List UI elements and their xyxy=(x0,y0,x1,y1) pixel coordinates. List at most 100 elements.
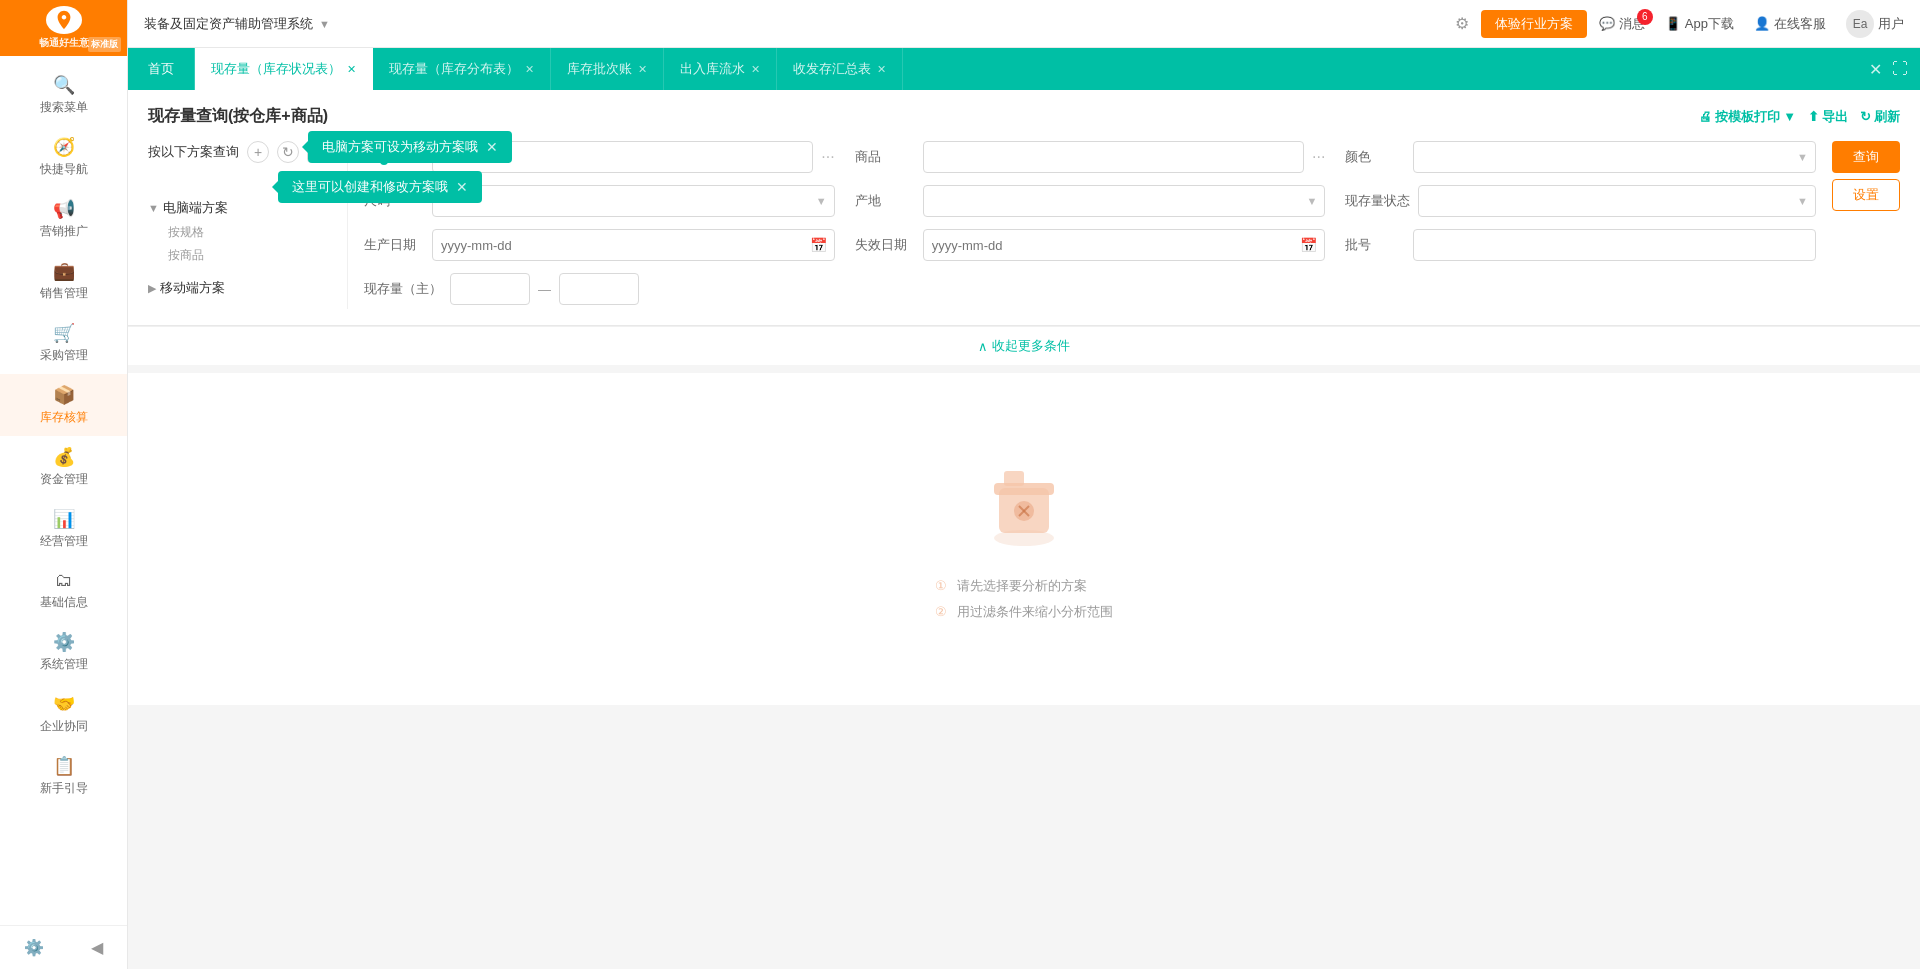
header-right: 💬 消息 6 📱 App下载 👤 在线客服 Ea 用户 xyxy=(1599,10,1904,38)
batch-input[interactable] xyxy=(1413,229,1816,261)
sidebar-item-system[interactable]: ⚙️ 系统管理 xyxy=(0,621,127,683)
stock-status-select[interactable] xyxy=(1418,185,1816,217)
scheme-by-spec[interactable]: 按规格 xyxy=(168,221,331,244)
user-avatar: Ea xyxy=(1846,10,1874,38)
goods-input[interactable] xyxy=(923,141,1304,173)
header-settings-icon[interactable]: ⚙ xyxy=(1455,14,1469,33)
tab-batch[interactable]: 库存批次账 ✕ xyxy=(551,48,664,90)
color-label: 颜色 xyxy=(1345,148,1405,166)
tab-close-all-icon[interactable]: ✕ xyxy=(1869,60,1882,79)
stock-main-to[interactable] xyxy=(559,273,639,305)
size-select-wrapper: ▼ xyxy=(432,185,835,217)
search-button[interactable]: 查询 xyxy=(1832,141,1900,173)
collapse-sidebar-icon[interactable]: ◀ xyxy=(91,938,103,957)
sidebar: 畅通好生意 标准版 🔍 搜索菜单 🧭 快捷导航 📢 营销推广 💼 销售管理 🛒 … xyxy=(0,0,128,969)
settings-bottom-icon[interactable]: ⚙️ xyxy=(24,938,44,957)
produce-date-input[interactable] xyxy=(432,229,835,261)
filter-refresh-btn[interactable]: ↻ xyxy=(277,141,299,163)
collapse-arrow: ∧ xyxy=(978,339,988,354)
industry-btn[interactable]: 体验行业方案 xyxy=(1481,10,1587,38)
stock-main-from[interactable] xyxy=(450,273,530,305)
filter-fields: 仓库 ··· 商品 ··· 颜色 xyxy=(364,141,1816,305)
filter-goods-row: 商品 ··· xyxy=(855,141,1326,173)
message-item[interactable]: 💬 消息 6 xyxy=(1599,15,1645,33)
page-title-actions: 🖨 按模板打印 ▼ ⬆ 导出 ↻ 刷新 xyxy=(1699,108,1900,126)
goods-more-icon[interactable]: ··· xyxy=(1312,148,1325,166)
tab-close-batch[interactable]: ✕ xyxy=(638,63,647,76)
warehouse-more-icon[interactable]: ··· xyxy=(821,148,834,166)
sidebar-item-purchase[interactable]: 🛒 采购管理 xyxy=(0,312,127,374)
marketing-icon: 📢 xyxy=(53,198,75,220)
app-download-item[interactable]: 📱 App下载 xyxy=(1665,15,1734,33)
empty-state: ① 请先选择要分析的方案 ② 用过滤条件来缩小分析范围 xyxy=(128,373,1920,705)
sidebar-item-finance[interactable]: 💰 资金管理 xyxy=(0,436,127,498)
refresh-btn[interactable]: ↻ 刷新 xyxy=(1860,108,1900,126)
export-btn[interactable]: ⬆ 导出 xyxy=(1808,108,1848,126)
logo-icon xyxy=(46,6,82,34)
filter-produce-date-row: 生产日期 📅 xyxy=(364,229,835,261)
refresh-icon: ↻ xyxy=(1860,109,1871,124)
page-title-row: 现存量查询(按仓库+商品) 🖨 按模板打印 ▼ ⬆ 导出 ↻ 刷新 xyxy=(148,106,1900,127)
sidebar-item-inventory[interactable]: 📦 库存核算 xyxy=(0,374,127,436)
sidebar-item-marketing[interactable]: 📢 营销推广 xyxy=(0,188,127,250)
tab-close-summary[interactable]: ✕ xyxy=(877,63,886,76)
tab-summary[interactable]: 收发存汇总表 ✕ xyxy=(777,48,903,90)
sidebar-item-operations[interactable]: 📊 经营管理 xyxy=(0,498,127,560)
tab-inventory-dist[interactable]: 现存量（库存分布表） ✕ xyxy=(373,48,551,90)
main-area: 装备及固定资产辅助管理系统 ▼ ⚙ 体验行业方案 💬 消息 6 📱 App下载 … xyxy=(128,0,1920,969)
filter-color-row: 颜色 ▼ xyxy=(1345,141,1816,173)
tooltip-scheme-close[interactable]: ✕ xyxy=(486,139,498,155)
tab-close-inventory-dist[interactable]: ✕ xyxy=(525,63,534,76)
empty-hint1: ① 请先选择要分析的方案 xyxy=(935,573,1113,599)
finance-icon: 💰 xyxy=(53,446,75,468)
reset-button[interactable]: 设置 xyxy=(1832,179,1900,211)
tooltip-edit-close[interactable]: ✕ xyxy=(456,179,468,195)
scheme-tree: ▼ 电脑端方案 这里可以创建和修改方案哦 ✕ 按规格 xyxy=(148,195,331,301)
online-service-item[interactable]: 👤 在线客服 xyxy=(1754,15,1826,33)
origin-label: 产地 xyxy=(855,192,915,210)
basic-icon: 🗂 xyxy=(55,570,73,591)
user-item[interactable]: Ea 用户 xyxy=(1846,10,1904,38)
system-dropdown-arrow[interactable]: ▼ xyxy=(319,18,330,30)
tab-close-inventory-status[interactable]: ✕ xyxy=(347,63,356,76)
tab-fullscreen-icon[interactable]: ⛶ xyxy=(1892,60,1908,78)
action-buttons: 查询 设置 xyxy=(1832,141,1900,211)
expire-date-wrapper: 📅 xyxy=(923,229,1326,261)
color-select[interactable] xyxy=(1413,141,1816,173)
expire-date-input[interactable] xyxy=(923,229,1326,261)
tab-close-inout[interactable]: ✕ xyxy=(751,63,760,76)
origin-select[interactable] xyxy=(923,185,1326,217)
tooltip-edit: 这里可以创建和修改方案哦 ✕ xyxy=(278,171,482,203)
mobile-scheme-item[interactable]: ▶ 移动端方案 xyxy=(148,275,331,301)
logo-area: 畅通好生意 标准版 xyxy=(0,0,127,56)
print-btn[interactable]: 🖨 按模板打印 ▼ xyxy=(1699,108,1796,126)
stock-status-select-wrapper: ▼ xyxy=(1418,185,1816,217)
mobile-scheme-label: 移动端方案 xyxy=(160,279,225,297)
search-nav-icon: 🔍 xyxy=(53,74,75,96)
sidebar-item-quicknav[interactable]: 🧭 快捷导航 xyxy=(0,126,127,188)
size-select[interactable] xyxy=(432,185,835,217)
top-header: 装备及固定资产辅助管理系统 ▼ ⚙ 体验行业方案 💬 消息 6 📱 App下载 … xyxy=(128,0,1920,48)
sales-icon: 💼 xyxy=(53,260,75,282)
tab-inout-flow[interactable]: 出入库流水 ✕ xyxy=(664,48,777,90)
stock-status-label: 现存量状态 xyxy=(1345,192,1410,210)
collapse-bar[interactable]: ∧ 收起更多条件 xyxy=(128,326,1920,365)
scheme-by-goods[interactable]: 按商品 xyxy=(168,244,331,267)
batch-label: 批号 xyxy=(1345,236,1405,254)
tooltip-scheme: 电脑方案可设为移动方案哦 ✕ xyxy=(308,131,512,163)
sidebar-item-search[interactable]: 🔍 搜索菜单 xyxy=(0,64,127,126)
origin-select-wrapper: ▼ xyxy=(923,185,1326,217)
tab-bar: 首页 现存量（库存状况表） ✕ 现存量（库存分布表） ✕ 库存批次账 ✕ 出入库… xyxy=(128,48,1920,90)
tab-home[interactable]: 首页 xyxy=(128,48,195,90)
newbie-icon: 📋 xyxy=(53,755,75,777)
sidebar-item-sales[interactable]: 💼 销售管理 xyxy=(0,250,127,312)
sidebar-item-newbie[interactable]: 📋 新手引导 xyxy=(0,745,127,807)
sidebar-item-basic[interactable]: 🗂 基础信息 xyxy=(0,560,127,621)
message-icon: 💬 xyxy=(1599,16,1615,31)
svg-rect-3 xyxy=(1004,471,1024,486)
stock-main-dash: — xyxy=(538,282,551,297)
expire-date-label: 失效日期 xyxy=(855,236,915,254)
sidebar-item-enterprise[interactable]: 🤝 企业协同 xyxy=(0,683,127,745)
tab-inventory-status[interactable]: 现存量（库存状况表） ✕ xyxy=(195,48,373,90)
filter-add-btn[interactable]: + xyxy=(247,141,269,163)
